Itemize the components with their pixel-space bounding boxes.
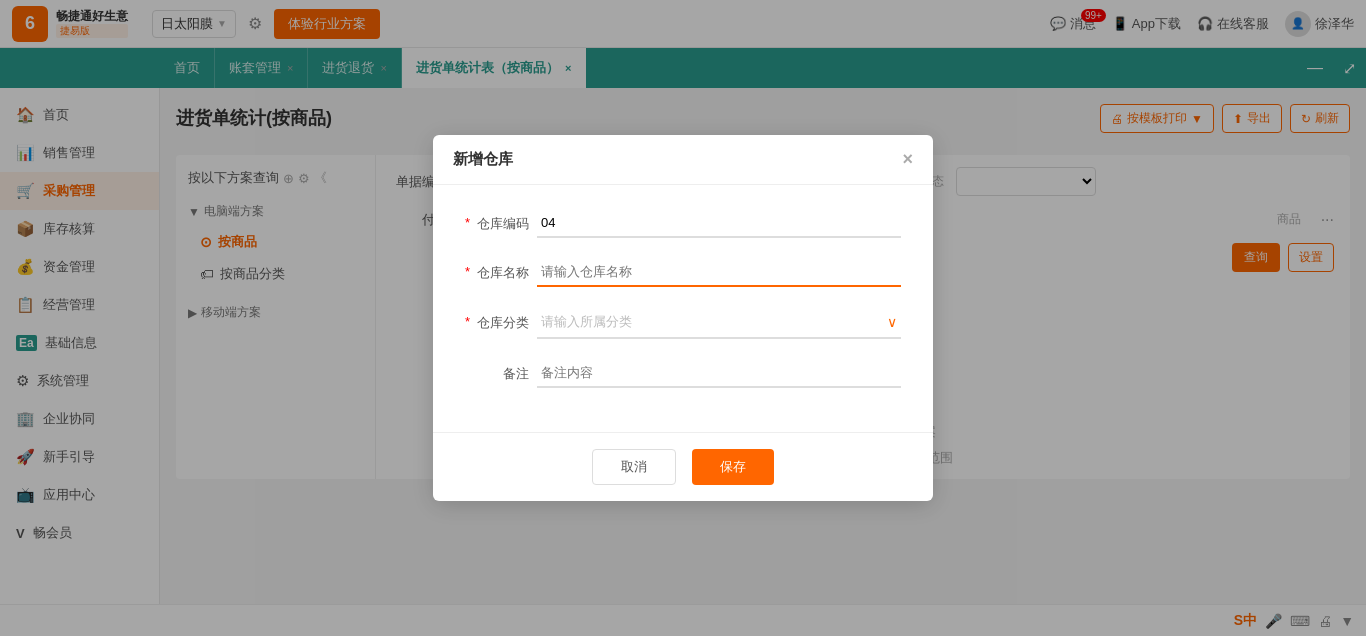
warehouse-code-input[interactable] [537,209,901,238]
warehouse-category-field: 仓库分类 请输入所属分类 ∨ [465,307,901,339]
warehouse-code-field: 仓库编码 [465,209,901,238]
warehouse-code-label: 仓库编码 [465,215,537,233]
cancel-btn[interactable]: 取消 [592,449,676,485]
save-btn[interactable]: 保存 [692,449,774,485]
warehouse-category-label: 仓库分类 [465,314,537,332]
warehouse-modal: 新增仓库 × 仓库编码 仓库名称 仓库分类 请输入所属分类 ∨ [433,135,933,501]
modal-close-icon[interactable]: × [902,149,913,170]
warehouse-remark-input[interactable] [537,359,901,388]
warehouse-remark-label: 备注 [465,365,537,383]
warehouse-name-field: 仓库名称 [465,258,901,287]
warehouse-remark-field: 备注 [465,359,901,388]
warehouse-name-label: 仓库名称 [465,264,537,282]
warehouse-category-select[interactable]: 请输入所属分类 ∨ [537,307,901,339]
modal-body: 仓库编码 仓库名称 仓库分类 请输入所属分类 ∨ 备注 [433,185,933,432]
modal-title: 新增仓库 [453,150,513,169]
category-dropdown-icon: ∨ [887,314,897,330]
warehouse-name-input[interactable] [537,258,901,287]
modal-overlay: 新增仓库 × 仓库编码 仓库名称 仓库分类 请输入所属分类 ∨ [0,0,1366,636]
modal-footer: 取消 保存 [433,432,933,501]
modal-header: 新增仓库 × [433,135,933,185]
